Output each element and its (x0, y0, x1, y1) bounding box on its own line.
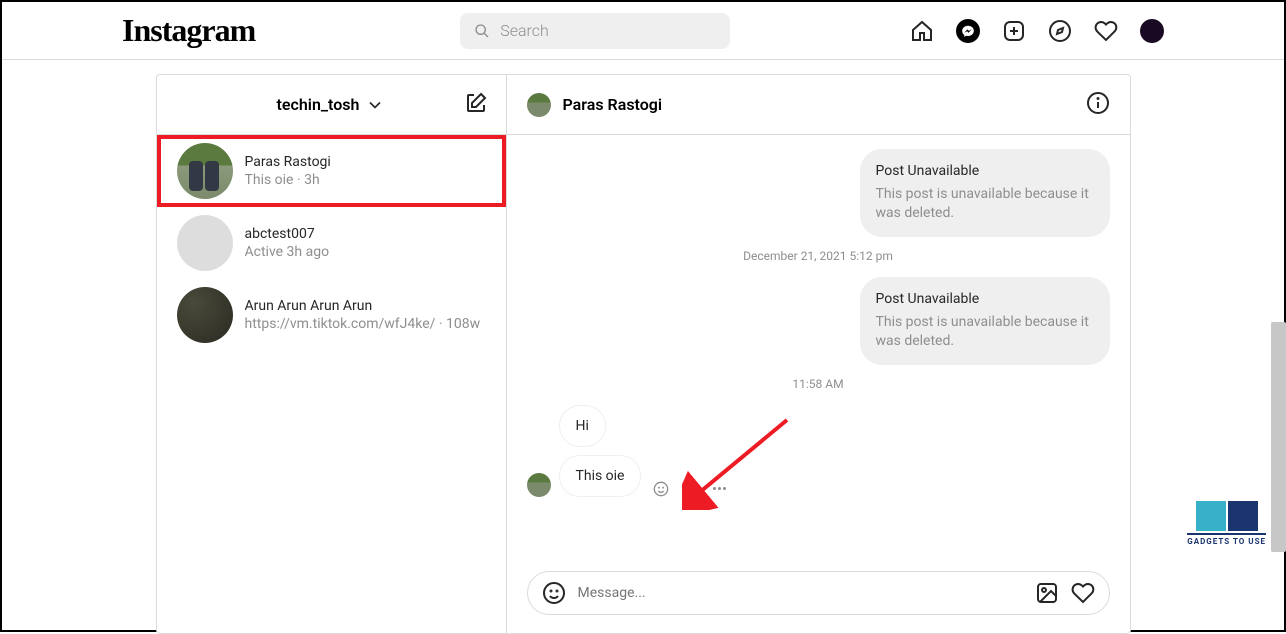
search-icon (474, 23, 490, 39)
new-post-icon[interactable] (1002, 19, 1026, 43)
message-composer (527, 571, 1110, 615)
account-switcher[interactable]: techin_tosh (277, 95, 386, 115)
react-emoji-icon[interactable] (653, 481, 669, 497)
incoming-message-bubble[interactable]: This oie (559, 455, 642, 497)
post-title: Post Unavailable (876, 291, 1094, 307)
thread-list: Paras Rastogi This oie · 3h abctest007 A… (157, 135, 506, 633)
chat-pane: Paras Rastogi Post Unavailable This post… (507, 75, 1130, 633)
emoji-picker-icon[interactable] (542, 581, 566, 605)
thread-list-pane: techin_tosh Paras Rastogi This oie · 3h … (157, 75, 507, 633)
message-input[interactable] (578, 585, 1023, 601)
thread-name: abctest007 (245, 226, 330, 242)
incoming-message-row: This oie (527, 455, 1110, 497)
compose-message-button[interactable] (464, 91, 488, 119)
chat-header: Paras Rastogi (507, 75, 1130, 135)
outgoing-post-bubble[interactable]: Post Unavailable This post is unavailabl… (860, 277, 1110, 365)
chat-name[interactable]: Paras Rastogi (563, 95, 663, 114)
thread-item[interactable]: abctest007 Active 3h ago (157, 207, 506, 279)
incoming-message-bubble[interactable]: Hi (559, 405, 606, 447)
explore-icon[interactable] (1048, 19, 1072, 43)
thread-meta: abctest007 Active 3h ago (245, 226, 330, 260)
thread-avatar (177, 215, 233, 271)
thread-preview: https://vm.tiktok.com/wfJ4ke/ · 108w (245, 316, 481, 332)
more-options-icon[interactable] (713, 487, 726, 490)
instagram-logo[interactable]: Instagram (122, 12, 255, 49)
reply-icon[interactable] (683, 481, 699, 497)
timestamp: December 21, 2021 5:12 pm (527, 249, 1110, 263)
home-icon[interactable] (910, 19, 934, 43)
thread-avatar (177, 143, 233, 199)
like-heart-icon[interactable] (1071, 581, 1095, 605)
watermark: GADGETS TO USE (1187, 501, 1266, 546)
thread-name: Paras Rastogi (245, 154, 331, 170)
message-actions (653, 481, 726, 497)
chat-avatar[interactable] (527, 93, 551, 117)
timestamp: 11:58 AM (527, 377, 1110, 391)
dm-container: techin_tosh Paras Rastogi This oie · 3h … (156, 74, 1131, 634)
thread-list-header: techin_tosh (157, 75, 506, 135)
messenger-icon[interactable] (956, 19, 980, 43)
thread-item[interactable]: Arun Arun Arun Arun https://vm.tiktok.co… (157, 279, 506, 351)
scrollbar[interactable] (1271, 322, 1286, 552)
post-title: Post Unavailable (876, 163, 1094, 179)
thread-meta: Paras Rastogi This oie · 3h (245, 154, 331, 188)
thread-preview: This oie · 3h (245, 172, 331, 188)
thread-item[interactable]: Paras Rastogi This oie · 3h (157, 135, 506, 207)
nav-icons (910, 19, 1164, 43)
thread-name: Arun Arun Arun Arun (245, 298, 481, 314)
watermark-text: GADGETS TO USE (1187, 533, 1266, 546)
outgoing-post-bubble[interactable]: Post Unavailable This post is unavailabl… (860, 149, 1110, 237)
message-avatar[interactable] (527, 473, 551, 497)
photo-icon[interactable] (1035, 581, 1059, 605)
incoming-message-row: Hi (559, 405, 1110, 447)
search-input[interactable]: Search (460, 13, 730, 49)
activity-heart-icon[interactable] (1094, 19, 1118, 43)
thread-preview: Active 3h ago (245, 244, 330, 260)
thread-avatar (177, 287, 233, 343)
post-body: This post is unavailable because it was … (876, 185, 1094, 223)
current-username: techin_tosh (277, 95, 360, 114)
thread-meta: Arun Arun Arun Arun https://vm.tiktok.co… (245, 298, 481, 332)
top-nav: Instagram Search (2, 2, 1284, 60)
post-body: This post is unavailable because it was … (876, 313, 1094, 351)
chevron-down-icon (365, 95, 385, 115)
message-list: Post Unavailable This post is unavailabl… (507, 135, 1130, 561)
chat-info-button[interactable] (1086, 91, 1110, 119)
search-placeholder: Search (500, 21, 549, 40)
profile-avatar[interactable] (1140, 19, 1164, 43)
